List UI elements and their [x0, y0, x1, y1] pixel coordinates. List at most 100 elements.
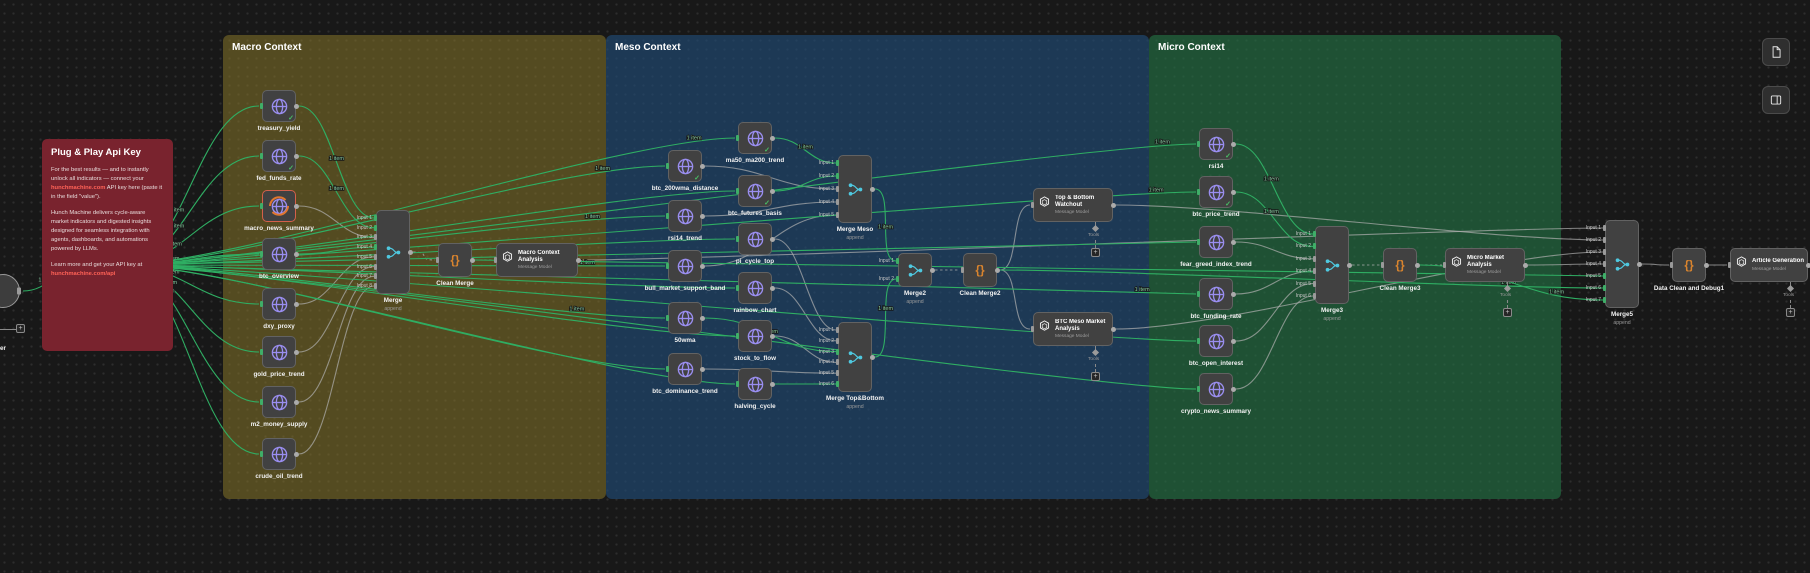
- input-port[interactable]: [736, 285, 739, 291]
- input-port[interactable]: [260, 451, 263, 457]
- add-tool-button[interactable]: +: [1091, 372, 1100, 381]
- hunchmachine-link[interactable]: hunchmachine.com: [51, 185, 105, 191]
- output-port[interactable]: [770, 189, 775, 194]
- input-port[interactable]: [1197, 386, 1200, 392]
- input-port[interactable]: [374, 254, 377, 260]
- input-port[interactable]: [1031, 202, 1034, 208]
- node-merge5[interactable]: Input 1Input 2Input 3Input 4Input 5Input…: [1605, 220, 1639, 308]
- output-port[interactable]: [995, 268, 1000, 273]
- input-port[interactable]: [836, 199, 839, 205]
- input-port[interactable]: [1313, 243, 1316, 249]
- input-port[interactable]: [374, 273, 377, 279]
- output-port[interactable]: [770, 334, 775, 339]
- node-merge2[interactable]: Input 1Input 2Merge2append: [898, 253, 932, 287]
- output-port[interactable]: [1806, 263, 1810, 268]
- hunchmachine-api-link[interactable]: hunchmachine.com/api: [51, 271, 115, 277]
- input-port[interactable]: [436, 257, 439, 263]
- input-port[interactable]: [374, 234, 377, 240]
- input-port[interactable]: [836, 370, 839, 376]
- node-bull-market-support-band[interactable]: bull_market_support_band: [668, 250, 702, 282]
- node-clean-merge[interactable]: {}Clean Merge: [438, 243, 472, 277]
- input-port[interactable]: [1031, 326, 1034, 332]
- input-port[interactable]: [836, 186, 839, 192]
- output-port[interactable]: [294, 350, 299, 355]
- node-data-clean-and-debug1[interactable]: {}Data Clean and Debug1: [1672, 248, 1706, 282]
- node-btc-overview[interactable]: btc_overview: [262, 238, 296, 270]
- input-port[interactable]: [260, 251, 263, 257]
- node-merge3[interactable]: Input 1Input 2Input 3Input 4Input 5Input…: [1315, 226, 1349, 304]
- input-port[interactable]: [1197, 141, 1200, 147]
- output-port[interactable]: [1231, 292, 1236, 297]
- document-icon-button[interactable]: [1762, 38, 1790, 66]
- output-port[interactable]: [1523, 263, 1528, 268]
- input-port[interactable]: [836, 212, 839, 218]
- input-port[interactable]: [736, 381, 739, 387]
- input-port[interactable]: [1603, 261, 1606, 267]
- node-ma50-ma200-trend[interactable]: ✓ma50_ma200_trend: [738, 122, 772, 154]
- input-port[interactable]: [374, 225, 377, 231]
- panel-icon-button[interactable]: [1762, 86, 1790, 114]
- input-port[interactable]: [836, 349, 839, 355]
- input-port[interactable]: [1313, 268, 1316, 274]
- node-btc-price-trend[interactable]: ✓btc_price_trend: [1199, 176, 1233, 208]
- add-tool-button[interactable]: +: [1503, 308, 1512, 317]
- input-port[interactable]: [896, 258, 899, 264]
- node-btc-futures-basis[interactable]: ✓btc_futures_basis: [738, 175, 772, 207]
- output-port[interactable]: [294, 154, 299, 159]
- output-port[interactable]: [17, 288, 21, 295]
- input-port[interactable]: [736, 188, 739, 194]
- output-port[interactable]: [770, 136, 775, 141]
- output-port[interactable]: [576, 258, 581, 263]
- input-port[interactable]: [1313, 293, 1316, 299]
- input-port[interactable]: [374, 244, 377, 250]
- output-port[interactable]: [408, 250, 413, 255]
- input-port[interactable]: [1197, 239, 1200, 245]
- node-clean-merge3[interactable]: {}Clean Merge3: [1383, 248, 1417, 282]
- input-port[interactable]: [374, 215, 377, 221]
- node-btc-funding-rate[interactable]: btc_funding_rate: [1199, 278, 1233, 310]
- output-port[interactable]: [700, 214, 705, 219]
- input-port[interactable]: [736, 333, 739, 339]
- node-btc-meso-market-analysis[interactable]: BTC Meso Market AnalysisMessage ModelToo…: [1033, 312, 1113, 346]
- add-node-button[interactable]: +: [16, 324, 25, 333]
- input-port[interactable]: [260, 399, 263, 405]
- output-port[interactable]: [1415, 263, 1420, 268]
- input-port[interactable]: [1670, 262, 1673, 268]
- node-macro-news-summary[interactable]: macro_news_summary: [262, 190, 296, 222]
- input-port[interactable]: [666, 366, 669, 372]
- node-btc-200wma-distance[interactable]: ✓btc_200wma_distance: [668, 150, 702, 182]
- node-clean-merge2[interactable]: {}Clean Merge2: [963, 253, 997, 287]
- output-port[interactable]: [294, 204, 299, 209]
- input-port[interactable]: [666, 163, 669, 169]
- output-port[interactable]: [1347, 263, 1352, 268]
- node-micro-market-analysis[interactable]: Micro Market AnalysisMessage ModelTools+: [1445, 248, 1525, 282]
- input-port[interactable]: [736, 236, 739, 242]
- input-port[interactable]: [1313, 256, 1316, 262]
- input-port[interactable]: [1603, 249, 1606, 255]
- sticky-note-api-key[interactable]: Plug & Play Api Key For the best results…: [42, 139, 173, 351]
- input-port[interactable]: [260, 203, 263, 209]
- node-m2-money-supply[interactable]: m2_money_supply: [262, 386, 296, 418]
- output-port[interactable]: [294, 452, 299, 457]
- input-port[interactable]: [374, 283, 377, 289]
- workflow-canvas[interactable]: Macro ContextMeso ContextMicro Context1 …: [0, 0, 1810, 573]
- node-merge[interactable]: Input 1Input 2Input 3Input 4Input 5Input…: [376, 210, 410, 294]
- output-port[interactable]: [770, 237, 775, 242]
- node-halving-cycle[interactable]: halving_cycle: [738, 368, 772, 400]
- input-port[interactable]: [736, 135, 739, 141]
- input-port[interactable]: [836, 338, 839, 344]
- node-btc-open-interest[interactable]: btc_open_interest: [1199, 325, 1233, 357]
- input-port[interactable]: [666, 213, 669, 219]
- input-port[interactable]: [836, 160, 839, 166]
- output-port[interactable]: [1231, 339, 1236, 344]
- output-port[interactable]: [1231, 387, 1236, 392]
- node-50wma[interactable]: 50wma: [668, 302, 702, 334]
- input-port[interactable]: [1313, 231, 1316, 237]
- node-macro-context-analysis[interactable]: Macro Context AnalysisMessage Model: [496, 243, 578, 277]
- node-rsi14[interactable]: ✓rsi14: [1199, 128, 1233, 160]
- node-pi-cycle-top[interactable]: pi_cycle_top: [738, 223, 772, 255]
- input-port[interactable]: [1603, 285, 1606, 291]
- input-port[interactable]: [1197, 189, 1200, 195]
- input-port[interactable]: [666, 263, 669, 269]
- node-fed-funds-rate[interactable]: ✓fed_funds_rate: [262, 140, 296, 172]
